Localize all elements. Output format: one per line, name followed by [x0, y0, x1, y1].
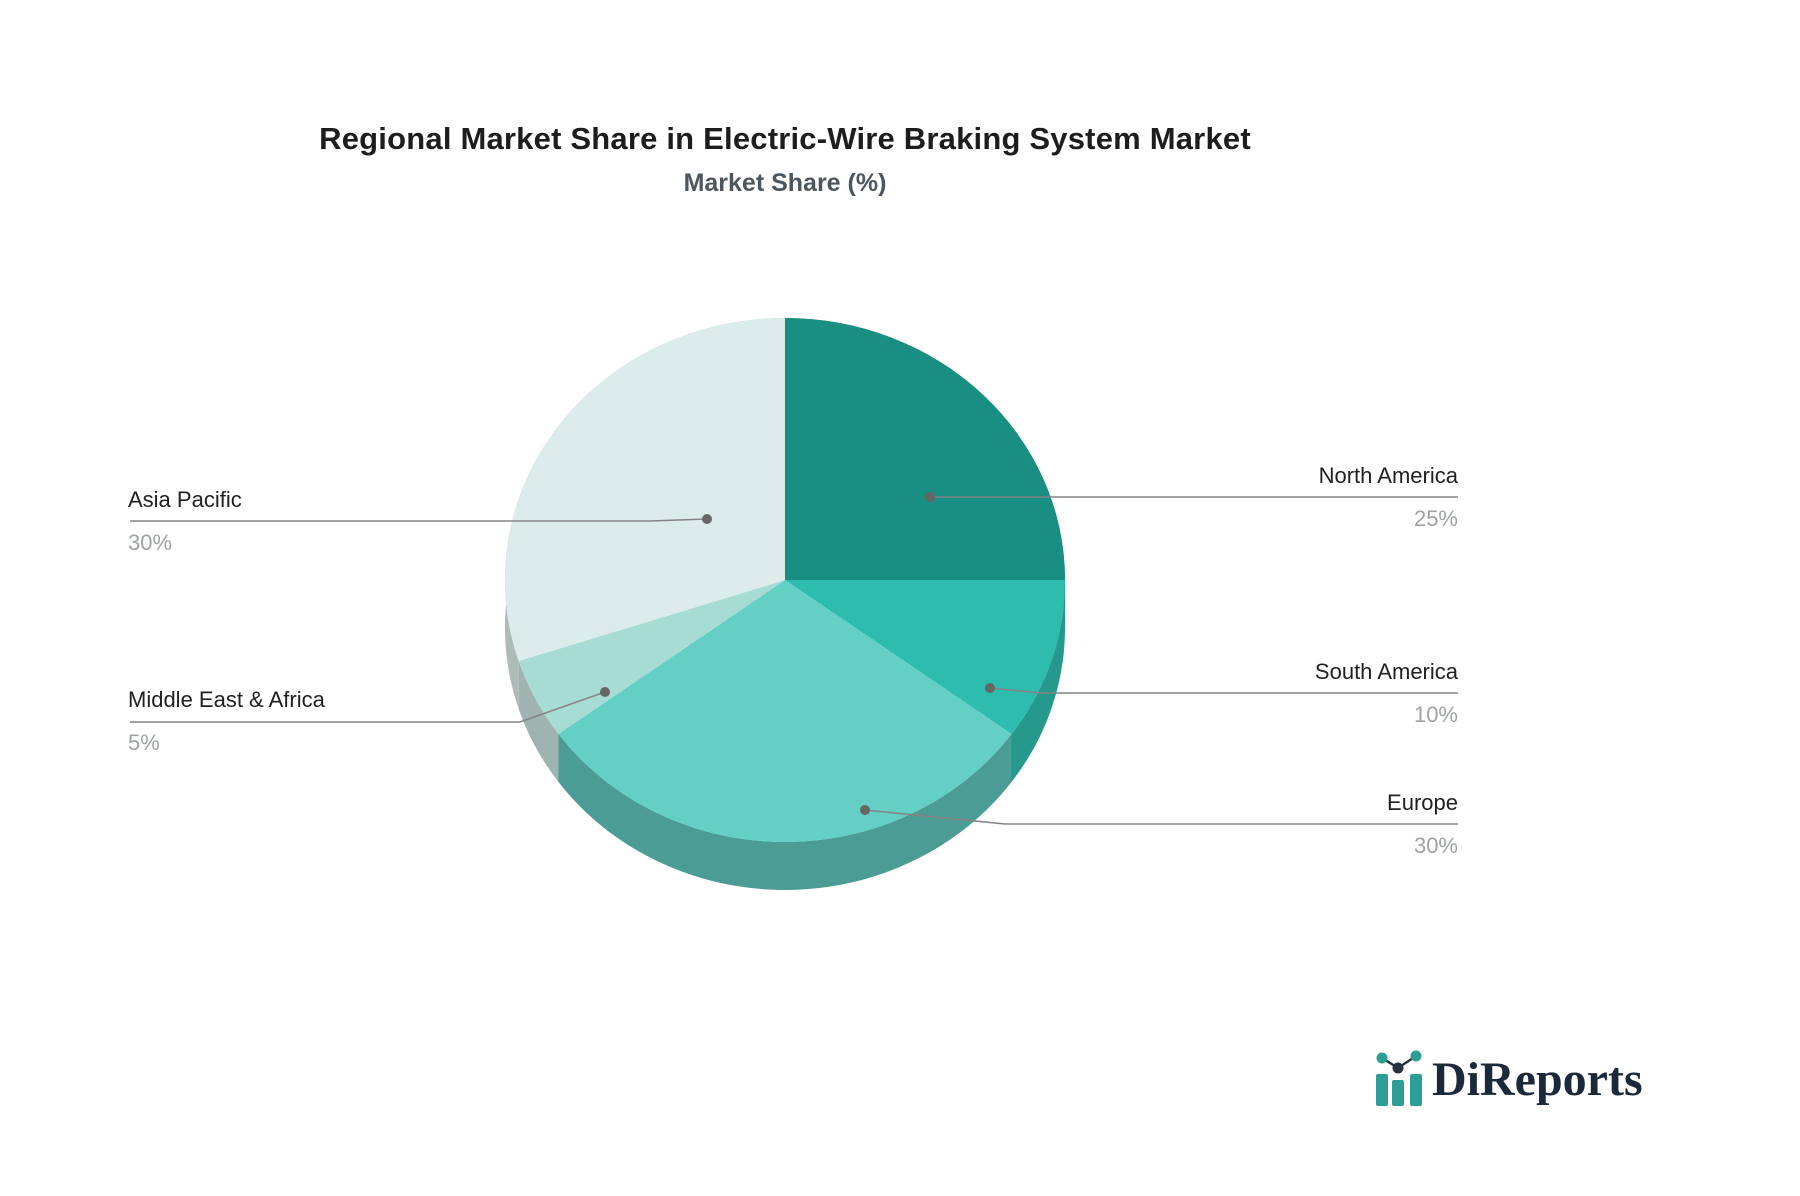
slice-value: 5%	[128, 730, 160, 755]
pie-chart	[130, 317, 1458, 890]
slice-label: Europe	[1387, 790, 1458, 815]
callout-north-america: North America 25%	[1038, 463, 1458, 532]
leader-dot	[925, 492, 935, 502]
direports-logo: DiReports	[1374, 1036, 1664, 1106]
slice-value: 10%	[1413, 702, 1458, 727]
slice-value: 30%	[128, 530, 173, 555]
slice-value: 30%	[1413, 833, 1458, 858]
bar-line-chart-icon	[1376, 1050, 1422, 1106]
callout-asia-pacific: Asia Pacific 30%	[128, 487, 548, 556]
callout-middle-east-africa: Middle East & Africa 5%	[128, 687, 548, 756]
slice-label: South America	[1314, 659, 1458, 684]
slice-label: Asia Pacific	[128, 487, 242, 512]
slice-label: Middle East & Africa	[128, 687, 325, 712]
pie-slices	[504, 317, 1065, 842]
leader-dot	[985, 683, 995, 693]
callout-europe: Europe 30%	[1038, 790, 1458, 859]
pie-slice	[785, 318, 1065, 580]
logo-text: DiReports	[1432, 1053, 1643, 1106]
leader-dot	[860, 805, 870, 815]
leader-dot	[600, 687, 610, 697]
slice-value: 25%	[1413, 506, 1458, 531]
leader-dot	[702, 514, 712, 524]
slice-label: North America	[1318, 463, 1458, 488]
callout-south-america: South America 10%	[1038, 659, 1458, 728]
chart-page: Regional Market Share in Electric-Wire B…	[0, 0, 1800, 1196]
